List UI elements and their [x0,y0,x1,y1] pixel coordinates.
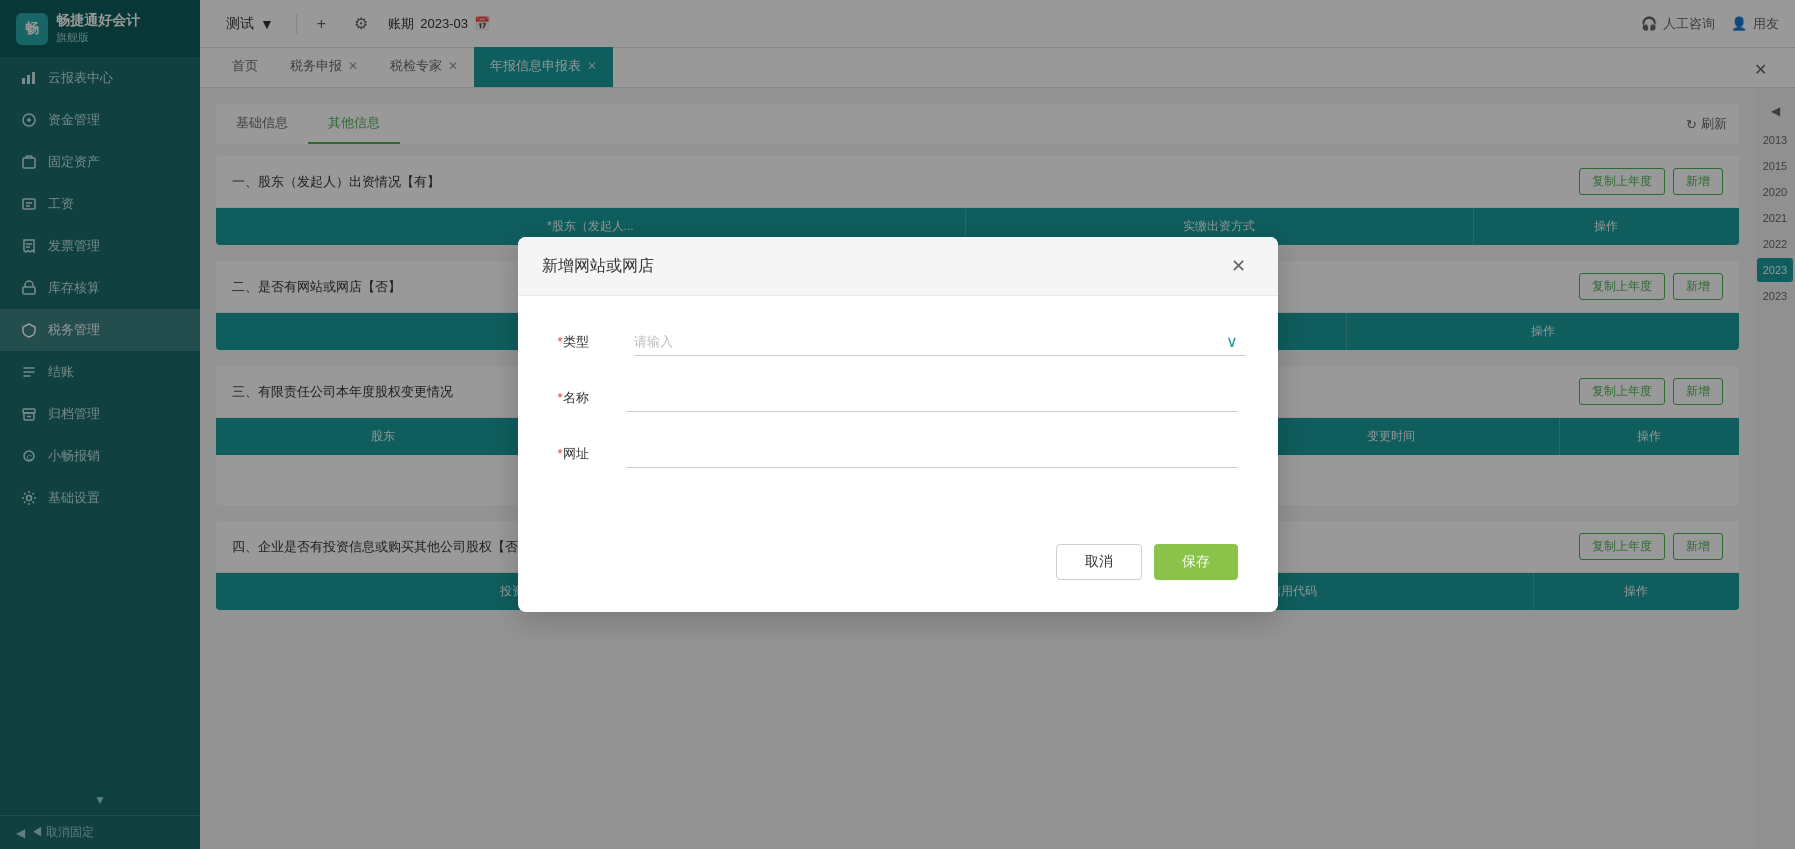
form-label-name: *名称 [558,389,618,407]
modal-body: *类型 ∨ *名称 *网址 [518,296,1278,528]
form-row-url: *网址 [558,440,1238,468]
save-button[interactable]: 保存 [1154,544,1238,580]
form-row-type: *类型 ∨ [558,328,1238,356]
modal-close-btn[interactable]: ✕ [1223,253,1254,279]
type-select-wrapper: ∨ [626,328,1238,356]
modal-footer: 取消 保存 [518,528,1278,612]
form-label-type: *类型 [558,333,618,351]
modal-add-website: 新增网站或网店 ✕ *类型 ∨ *名称 [518,237,1278,612]
url-input[interactable] [626,440,1238,468]
modal-overlay[interactable]: 新增网站或网店 ✕ *类型 ∨ *名称 [0,0,1795,849]
cancel-button[interactable]: 取消 [1056,544,1142,580]
type-input[interactable] [634,328,1246,356]
modal-title: 新增网站或网店 [542,256,654,277]
form-row-name: *名称 [558,384,1238,412]
name-input[interactable] [626,384,1238,412]
modal-header: 新增网站或网店 ✕ [518,237,1278,296]
form-label-url: *网址 [558,445,618,463]
